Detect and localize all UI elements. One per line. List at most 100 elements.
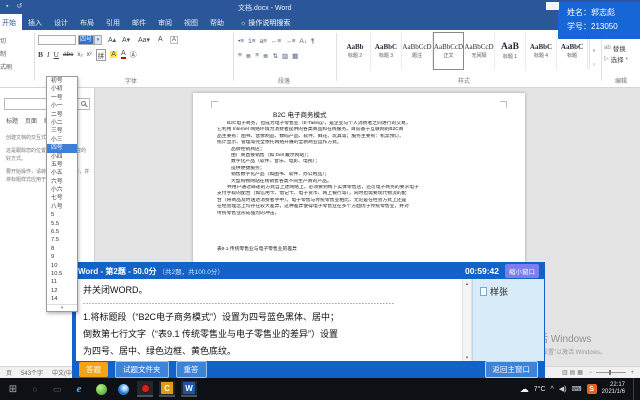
borders-button[interactable]: ▦ bbox=[292, 52, 298, 60]
style-cell[interactable]: AaBbC标题 4 bbox=[526, 32, 557, 70]
font-size-option[interactable]: 6.5 bbox=[47, 228, 77, 236]
start-button[interactable]: ⊞ bbox=[5, 381, 21, 397]
return-main-window-button[interactable]: 返回主窗口 bbox=[485, 361, 539, 378]
weather-temp[interactable]: 7°C bbox=[534, 386, 546, 393]
input-method-icon[interactable]: S bbox=[587, 384, 597, 394]
ribbon-tab[interactable]: 邮件 bbox=[126, 14, 152, 30]
font-size-option[interactable]: 小四 bbox=[47, 153, 77, 161]
font-size-option[interactable]: 10.5 bbox=[47, 270, 77, 278]
pointer-app-icon[interactable] bbox=[115, 381, 131, 397]
font-size-option[interactable]: 9 bbox=[47, 253, 77, 261]
c-app-icon[interactable]: C bbox=[159, 381, 175, 397]
font-size-option[interactable]: 5 bbox=[47, 211, 77, 219]
clock[interactable]: 22:17 2021/1/6 bbox=[602, 382, 625, 396]
strikethrough-button[interactable]: abc bbox=[63, 51, 73, 58]
font-size-option[interactable]: 六号 bbox=[47, 178, 77, 186]
font-size-option[interactable]: 10 bbox=[47, 262, 77, 270]
sample-attachment-item[interactable]: 样张 bbox=[480, 285, 544, 298]
font-size-option[interactable]: 三号 bbox=[47, 127, 77, 135]
font-name-combo[interactable] bbox=[38, 35, 76, 45]
font-size-option[interactable]: 一号 bbox=[47, 94, 77, 102]
style-cell[interactable]: AaB标题 1 bbox=[495, 32, 526, 70]
ribbon-tab[interactable]: 引用 bbox=[100, 14, 126, 30]
exam-scrollbar[interactable]: ▴ ▾ bbox=[462, 279, 472, 363]
change-case-button[interactable]: Aa▾ bbox=[138, 36, 150, 44]
zoom-in-button[interactable]: + bbox=[630, 370, 634, 376]
nav-tab[interactable]: 页面 bbox=[25, 116, 37, 125]
align-left-button[interactable]: ≡ bbox=[238, 52, 242, 59]
style-cell[interactable]: AaBbCcD无间隔 bbox=[464, 32, 495, 70]
font-size-option[interactable]: 5.5 bbox=[47, 220, 77, 228]
italic-button[interactable]: I bbox=[47, 50, 50, 59]
font-size-option[interactable]: 12 bbox=[47, 287, 77, 295]
bold-button[interactable]: B bbox=[38, 50, 43, 59]
font-size-option[interactable]: 7.5 bbox=[47, 236, 77, 244]
view-mode-icons[interactable]: ▥▤▦ bbox=[562, 369, 585, 376]
ribbon-tab[interactable]: 插入 bbox=[22, 14, 48, 30]
ribbon-tab[interactable]: 审阅 bbox=[152, 14, 178, 30]
font-size-option[interactable]: 8 bbox=[47, 245, 77, 253]
nav-tab[interactable]: 标题 bbox=[6, 116, 18, 125]
grow-font-button[interactable]: A▴ bbox=[108, 36, 116, 44]
style-cell[interactable]: AaBbCcD题注 bbox=[402, 32, 433, 70]
enclose-char-button[interactable]: Ⓐ bbox=[130, 50, 137, 60]
cortana-icon[interactable]: ○ bbox=[27, 381, 43, 397]
show-desktop-button[interactable] bbox=[633, 378, 636, 400]
line-spacing-button[interactable]: ⇅ bbox=[273, 52, 278, 60]
redo-button[interactable]: 重答 bbox=[176, 361, 207, 378]
phonetic-guide-button[interactable]: 拼 bbox=[96, 49, 107, 61]
justify-button[interactable]: ≣ bbox=[263, 52, 268, 60]
select-button[interactable]: ▷ 选择 ▾ bbox=[604, 53, 628, 64]
scroll-up-icon[interactable]: ▴ bbox=[466, 281, 469, 287]
weather-icon[interactable]: ☁ bbox=[520, 384, 529, 395]
replace-button[interactable]: ab 替换 bbox=[604, 42, 628, 53]
font-size-option[interactable]: 初号 bbox=[47, 77, 77, 85]
font-size-option[interactable]: 小五 bbox=[47, 169, 77, 177]
zoom-out-button[interactable]: − bbox=[589, 370, 593, 376]
font-size-option[interactable]: 小三 bbox=[47, 136, 77, 144]
browser-app-icon[interactable] bbox=[93, 381, 109, 397]
answer-button[interactable]: 答题 bbox=[79, 362, 108, 377]
font-size-dropdown-arrow[interactable]: ▾ bbox=[94, 35, 102, 45]
shrink-font-button[interactable]: A▾ bbox=[122, 36, 130, 44]
show-marks-button[interactable]: ¶ bbox=[311, 38, 315, 45]
ie-browser-icon[interactable]: e bbox=[71, 381, 87, 397]
align-center-button[interactable]: ≣ bbox=[246, 52, 251, 60]
hidden-icons-chevron[interactable]: ^ bbox=[551, 386, 554, 393]
decrease-indent-button[interactable]: ←≡ bbox=[271, 38, 281, 45]
style-cell[interactable]: AaBbC标题 3 bbox=[371, 32, 402, 70]
style-cell[interactable]: AaBb标题 2 bbox=[340, 32, 371, 70]
font-size-option[interactable]: 二号 bbox=[47, 111, 77, 119]
exam-folder-button[interactable]: 试题文件夹 bbox=[115, 361, 169, 378]
multilevel-list-button[interactable]: a≡ bbox=[260, 38, 267, 45]
word-app-icon[interactable]: W bbox=[181, 381, 197, 397]
font-size-option[interactable]: 七号 bbox=[47, 194, 77, 202]
screen-record-icon[interactable] bbox=[137, 381, 153, 397]
copy-button[interactable]: ▣ 复制 bbox=[0, 47, 34, 60]
bullets-button[interactable]: •≡ bbox=[238, 38, 244, 45]
ribbon-tab[interactable]: 帮助 bbox=[204, 14, 230, 30]
superscript-button[interactable]: x² bbox=[87, 52, 92, 58]
underline-button[interactable]: U bbox=[54, 50, 59, 59]
numbering-button[interactable]: 1≡ bbox=[248, 38, 255, 45]
ribbon-tab[interactable]: 布局 bbox=[74, 14, 100, 30]
dropdown-scroll-down-icon[interactable]: ▾ bbox=[47, 304, 77, 311]
font-size-option[interactable]: 四号 bbox=[47, 144, 77, 152]
font-size-option[interactable]: 五号 bbox=[47, 161, 77, 169]
subscript-button[interactable]: x₂ bbox=[77, 52, 82, 58]
zoom-slider[interactable] bbox=[596, 372, 626, 373]
shrink-window-button[interactable]: 缩小窗口 bbox=[505, 264, 539, 278]
font-size-option[interactable]: 小六 bbox=[47, 186, 77, 194]
task-view-icon[interactable]: ▭ bbox=[49, 381, 65, 397]
font-size-option[interactable]: 八号 bbox=[47, 203, 77, 211]
shading-button[interactable]: ▨ bbox=[282, 52, 288, 60]
font-size-option[interactable]: 14 bbox=[47, 295, 77, 303]
highlight-color-button[interactable]: A bbox=[110, 51, 117, 58]
format-painter-button[interactable]: ✎ 格式刷 bbox=[0, 60, 34, 73]
tell-me-search[interactable]: ☼ 操作说明搜索 bbox=[230, 14, 296, 30]
align-right-button[interactable]: ≡ bbox=[255, 52, 259, 59]
ribbon-tab[interactable]: 视图 bbox=[178, 14, 204, 30]
quick-access-toolbar[interactable]: ▪ ↺ bbox=[6, 2, 25, 10]
ribbon-tab[interactable]: 开始 bbox=[0, 14, 22, 30]
clear-format-button[interactable]: A bbox=[158, 36, 163, 43]
